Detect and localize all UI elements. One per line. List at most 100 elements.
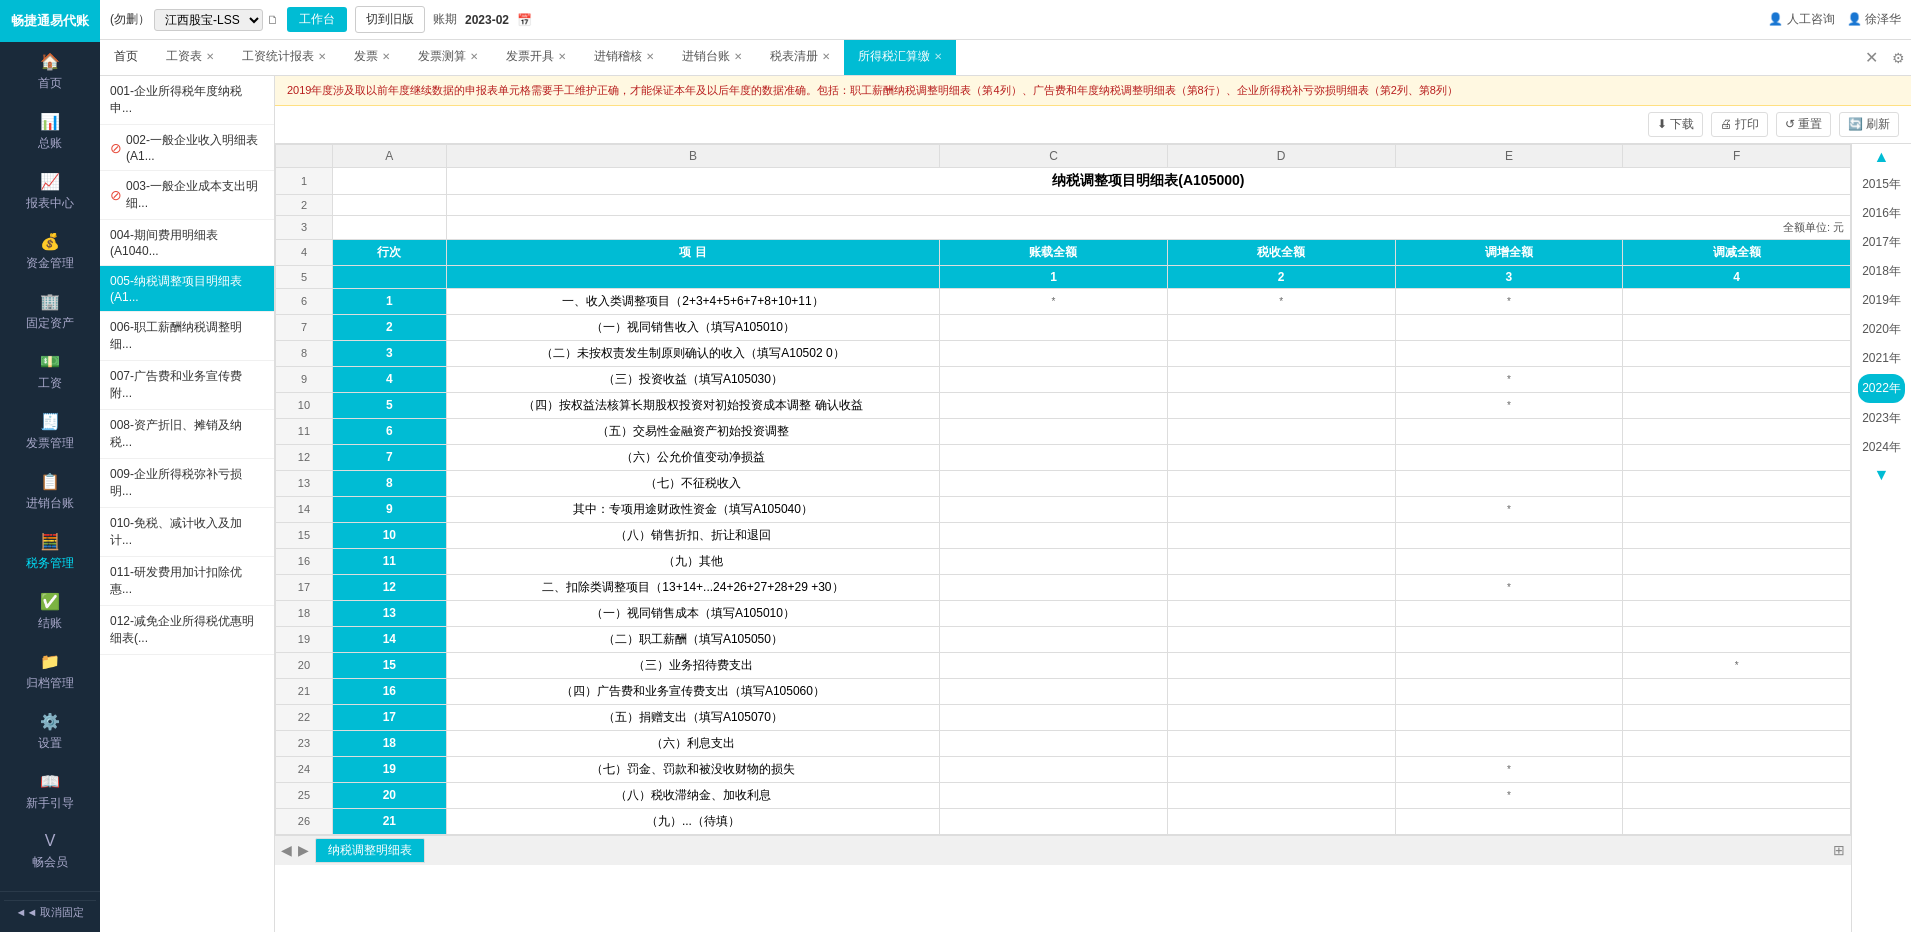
workspace-button[interactable]: 工作台: [287, 7, 347, 32]
cell-r22-c3[interactable]: [1167, 704, 1395, 730]
cell-r14-c4[interactable]: *: [1395, 496, 1623, 522]
sidebar-item-guide[interactable]: 📖新手引导: [0, 762, 100, 822]
tab-税表清册[interactable]: 税表清册✕: [756, 40, 844, 75]
calendar-icon[interactable]: 📅: [517, 13, 532, 27]
tab-所得税汇算缴[interactable]: 所得税汇算缴✕: [844, 40, 956, 75]
cell-r11-c2[interactable]: [940, 418, 1168, 444]
year-item-2015年[interactable]: 2015年: [1854, 170, 1909, 199]
tab-进销稽核[interactable]: 进销稽核✕: [580, 40, 668, 75]
cell-r8-c0[interactable]: 3: [332, 340, 446, 366]
sidebar-item-reports[interactable]: 📈报表中心: [0, 162, 100, 222]
cell-r14-c1[interactable]: 其中：专项用途财政性资金（填写A105040）: [446, 496, 939, 522]
cell-r9-c1[interactable]: （三）投资收益（填写A105030）: [446, 366, 939, 392]
cell-r16-c2[interactable]: [940, 548, 1168, 574]
year-up[interactable]: ▲: [1852, 144, 1911, 170]
cell-r9-c2[interactable]: [940, 366, 1168, 392]
cell-r15-c4[interactable]: [1395, 522, 1623, 548]
cell-r23-c1[interactable]: （六）利息支出: [446, 730, 939, 756]
cell-r25-c1[interactable]: （八）税收滞纳金、加收利息: [446, 782, 939, 808]
cell-r24-c5[interactable]: [1623, 756, 1851, 782]
cell-r7-c5[interactable]: [1623, 314, 1851, 340]
cell-r19-c1[interactable]: （二）职工薪酬（填写A105050）: [446, 626, 939, 652]
cell-r23-c5[interactable]: [1623, 730, 1851, 756]
reset-button[interactable]: ↺ 重置: [1776, 112, 1831, 137]
left-item-009[interactable]: 009-企业所得税弥补亏损明...: [100, 459, 274, 508]
cell-r10-c1[interactable]: （四）按权益法核算长期股权投资对初始投资成本调整 确认收益: [446, 392, 939, 418]
year-item-2019年[interactable]: 2019年: [1854, 286, 1909, 315]
cell-r7-c3[interactable]: [1167, 314, 1395, 340]
sidebar-item-invoice[interactable]: 🧾发票管理: [0, 402, 100, 462]
tab-close-icon[interactable]: ✕: [206, 51, 214, 62]
left-item-006[interactable]: 006-职工薪酬纳税调整明细...: [100, 312, 274, 361]
cell-r18-c2[interactable]: [940, 600, 1168, 626]
year-item-2017年[interactable]: 2017年: [1854, 228, 1909, 257]
cell-r15-c5[interactable]: [1623, 522, 1851, 548]
cell-r19-c3[interactable]: [1167, 626, 1395, 652]
cell-r21-c5[interactable]: [1623, 678, 1851, 704]
close-all-tabs[interactable]: ✕: [1857, 44, 1886, 71]
cell-r25-c4[interactable]: *: [1395, 782, 1623, 808]
left-item-012[interactable]: 012-减免企业所得税优惠明细表(...: [100, 606, 274, 655]
cell-r26-c5[interactable]: [1623, 808, 1851, 834]
cell-r19-c2[interactable]: [940, 626, 1168, 652]
cell-empty[interactable]: [332, 215, 446, 239]
cell-r20-c3[interactable]: [1167, 652, 1395, 678]
cell-r9-c3[interactable]: [1167, 366, 1395, 392]
cell-r17-c2[interactable]: [940, 574, 1168, 600]
refresh-button[interactable]: 🔄 刷新: [1839, 112, 1899, 137]
cell-r25-c5[interactable]: [1623, 782, 1851, 808]
tab-发票开具[interactable]: 发票开具✕: [492, 40, 580, 75]
switch-old-button[interactable]: 切到旧版: [355, 6, 425, 33]
sheet-area[interactable]: A B C D E F 1纳税调整项目明细表(A105000)23全额单位: 元…: [275, 144, 1851, 933]
year-item-2023年[interactable]: 2023年: [1854, 404, 1909, 433]
cell-r8-c3[interactable]: [1167, 340, 1395, 366]
sidebar-item-archive[interactable]: 📁归档管理: [0, 642, 100, 702]
tab-发票[interactable]: 发票✕: [340, 40, 404, 75]
tab-工资表[interactable]: 工资表✕: [152, 40, 228, 75]
cell-r16-c1[interactable]: （九）其他: [446, 548, 939, 574]
cell-r7-c0[interactable]: 2: [332, 314, 446, 340]
cell-r11-c4[interactable]: [1395, 418, 1623, 444]
tab-close-icon[interactable]: ✕: [822, 51, 830, 62]
cell-r8-c5[interactable]: [1623, 340, 1851, 366]
cell-r18-c0[interactable]: 13: [332, 600, 446, 626]
cell-r24-c0[interactable]: 19: [332, 756, 446, 782]
cell-r12-c3[interactable]: [1167, 444, 1395, 470]
year-item-2016年[interactable]: 2016年: [1854, 199, 1909, 228]
sidebar-item-member[interactable]: V畅会员: [0, 822, 100, 881]
left-item-004[interactable]: 004-期间费用明细表(A1040...: [100, 220, 274, 266]
cell-empty[interactable]: [446, 194, 1850, 215]
left-item-005[interactable]: 005-纳税调整项目明细表(A1...: [100, 266, 274, 312]
cell-r11-c1[interactable]: （五）交易性金融资产初始投资调整: [446, 418, 939, 444]
cell-r15-c1[interactable]: （八）销售折扣、折让和退回: [446, 522, 939, 548]
cell-r22-c5[interactable]: [1623, 704, 1851, 730]
cell-r24-c3[interactable]: [1167, 756, 1395, 782]
sheet-nav-right[interactable]: ▶: [298, 842, 309, 858]
cell-r11-c3[interactable]: [1167, 418, 1395, 444]
sidebar-item-ledger[interactable]: 📊总账: [0, 102, 100, 162]
cell-r13-c0[interactable]: 8: [332, 470, 446, 496]
cell-r16-c4[interactable]: [1395, 548, 1623, 574]
cell-r17-c0[interactable]: 12: [332, 574, 446, 600]
sidebar-item-salary[interactable]: 💵工资: [0, 342, 100, 402]
cell-r12-c5[interactable]: [1623, 444, 1851, 470]
cell-r25-c3[interactable]: [1167, 782, 1395, 808]
cell-r13-c3[interactable]: [1167, 470, 1395, 496]
service-link[interactable]: 👤 人工咨询: [1768, 11, 1834, 28]
cell-r25-c0[interactable]: 20: [332, 782, 446, 808]
cell-r17-c5[interactable]: [1623, 574, 1851, 600]
cell-r20-c5[interactable]: *: [1623, 652, 1851, 678]
cell-r16-c5[interactable]: [1623, 548, 1851, 574]
year-item-2021年[interactable]: 2021年: [1854, 344, 1909, 373]
cell-r14-c3[interactable]: [1167, 496, 1395, 522]
print-button[interactable]: 🖨 打印: [1711, 112, 1768, 137]
cell-r9-c5[interactable]: [1623, 366, 1851, 392]
tab-close-icon[interactable]: ✕: [318, 51, 326, 62]
cell-r18-c1[interactable]: （一）视同销售成本（填写A105010）: [446, 600, 939, 626]
cell-empty[interactable]: [332, 167, 446, 194]
cell-r20-c2[interactable]: [940, 652, 1168, 678]
cell-r25-c2[interactable]: [940, 782, 1168, 808]
cell-r20-c1[interactable]: （三）业务招待费支出: [446, 652, 939, 678]
sidebar-item-settle[interactable]: ✅结账: [0, 582, 100, 642]
year-item-2020年[interactable]: 2020年: [1854, 315, 1909, 344]
